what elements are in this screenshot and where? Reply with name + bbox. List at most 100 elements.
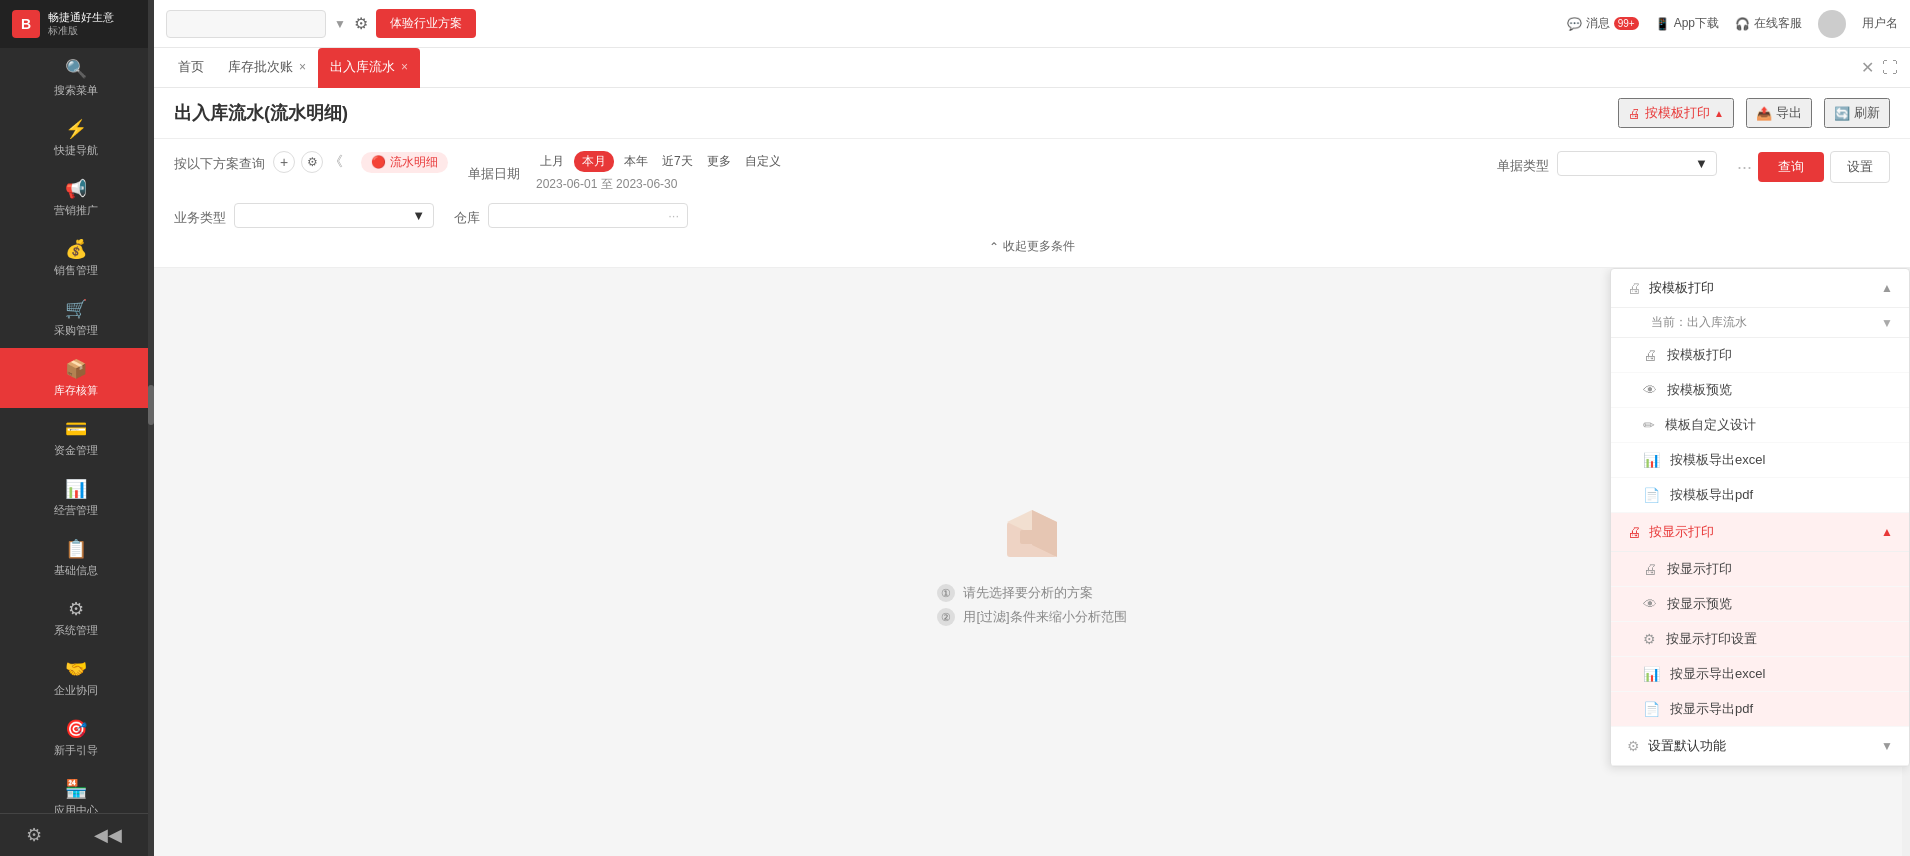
sidebar-settings-btn[interactable]: ⚙ [26,824,42,846]
print-dropdown-icon: ▲ [1714,108,1724,119]
sidebar-item-label: 资金管理 [54,443,98,458]
tab-home[interactable]: 首页 [166,48,216,88]
close-panel-btn[interactable]: ✕ [1861,58,1874,77]
gear-icon[interactable]: ⚙ [354,14,368,33]
sidebar-item-shortcut[interactable]: ⚡ 快捷导航 [0,108,148,168]
template-customize-label: 模板自定义设计 [1665,416,1756,434]
query-button[interactable]: 查询 [1758,152,1824,182]
newbie-icon: 🎯 [65,718,87,740]
set-default-header[interactable]: ⚙ 设置默认功能 ▼ [1611,727,1909,766]
sidebar-item-appstore[interactable]: 🏪 应用中心 [0,768,148,813]
settings-button[interactable]: 设置 [1830,151,1890,183]
topbar: ▼ ⚙ 体验行业方案 💬 消息 99+ 📱 App下载 🎧 在线客服 用户名 [154,0,1910,48]
display-export-excel-item[interactable]: 📊 按显示导出excel [1611,657,1909,692]
marketing-icon: 📢 [65,178,87,200]
template-print-header-left: 🖨 按模板打印 [1627,279,1714,297]
sidebar-item-purchase[interactable]: 🛒 采购管理 [0,288,148,348]
slip-type-select[interactable]: ▼ [1557,151,1717,176]
template-export-excel-item[interactable]: 📊 按模板导出excel [1611,443,1909,478]
tab-inout-flow[interactable]: 出入库流水 × [318,48,420,88]
printer-header-icon: 🖨 [1627,280,1641,296]
template-print-icon: 🖨 [1643,347,1657,363]
sidebar-item-system[interactable]: ⚙ 系统管理 [0,588,148,648]
app-download-btn[interactable]: 📱 App下载 [1655,15,1719,32]
empty-box-icon [992,492,1072,572]
date-btn-custom[interactable]: 自定义 [741,151,785,172]
template-export-pdf-label: 按模板导出pdf [1670,486,1753,504]
sidebar-item-label: 销售管理 [54,263,98,278]
sidebar: B 畅捷通好生意 标准版 🔍 搜索菜单 ⚡ 快捷导航 📢 营销推广 💰 销售管理… [0,0,148,856]
sidebar-item-operations[interactable]: 📊 经营管理 [0,468,148,528]
sidebar-item-newbie[interactable]: 🎯 新手引导 [0,708,148,768]
filter-add-button[interactable]: + [273,151,295,173]
search-icon: 🔍 [65,58,87,80]
warehouse-group: 仓库 ··· [454,203,688,228]
search-input[interactable] [166,10,326,38]
user-avatar[interactable] [1818,10,1846,38]
template-customize-item[interactable]: ✏ 模板自定义设计 [1611,408,1909,443]
date-btn-7days[interactable]: 近7天 [658,151,697,172]
industry-plan-button[interactable]: 体验行业方案 [376,9,476,38]
tip-text-1: 请先选择要分析的方案 [963,584,1093,602]
display-export-pdf-item[interactable]: 📄 按显示导出pdf [1611,692,1909,727]
template-print-header[interactable]: 🖨 按模板打印 ▲ [1611,269,1909,308]
display-print-header-label: 按显示打印 [1649,523,1714,541]
template-export-pdf-item[interactable]: 📄 按模板导出pdf [1611,478,1909,513]
sidebar-item-marketing[interactable]: 📢 营销推广 [0,168,148,228]
display-preview-item[interactable]: 👁 按显示预览 [1611,587,1909,622]
display-print-settings-label: 按显示打印设置 [1666,630,1757,648]
set-default-label: 设置默认功能 [1648,737,1726,755]
sidebar-item-finance[interactable]: 💳 资金管理 [0,408,148,468]
biz-type-select[interactable]: ▼ [234,203,434,228]
tab-batch-account[interactable]: 库存批次账 × [216,48,318,88]
collapse-more-btn[interactable]: ⌃ 收起更多条件 [174,238,1890,255]
warehouse-label: 仓库 [454,209,480,227]
biz-type-dropdown-icon: ▼ [412,208,425,223]
purchase-icon: 🛒 [65,298,87,320]
headset-icon: 🎧 [1735,17,1750,31]
biz-type-label: 业务类型 [174,209,226,227]
online-service-btn[interactable]: 🎧 在线客服 [1735,15,1802,32]
logo-icon: B [12,10,40,38]
export-btn[interactable]: 📤 导出 [1746,98,1812,128]
search-dropdown-icon[interactable]: ▼ [334,17,346,31]
refresh-btn[interactable]: 🔄 刷新 [1824,98,1890,128]
print-btn[interactable]: 🖨 按模板打印 ▲ [1618,98,1734,128]
sidebar-item-enterprise[interactable]: 🤝 企业协同 [0,648,148,708]
batch-account-tab-close[interactable]: × [299,60,306,74]
display-preview-icon: 👁 [1643,596,1657,612]
display-print-header[interactable]: 🖨 按显示打印 ▲ [1611,513,1909,552]
sidebar-item-search[interactable]: 🔍 搜索菜单 [0,48,148,108]
sidebar-item-basic[interactable]: 📋 基础信息 [0,528,148,588]
export-btn-label: 导出 [1776,104,1802,122]
filter-collapse-arrow[interactable]: 《 [329,153,343,171]
display-print-item[interactable]: 🖨 按显示打印 [1611,552,1909,587]
filter-setting-button[interactable]: ⚙ [301,151,323,173]
current-template-arrow: ▼ [1881,316,1893,330]
warehouse-select[interactable]: ··· [488,203,688,228]
template-preview-item[interactable]: 👁 按模板预览 [1611,373,1909,408]
sidebar-collapse-btn[interactable]: ◀◀ [94,824,122,846]
messages-btn[interactable]: 💬 消息 99+ [1567,15,1639,32]
export-icon: 📤 [1756,106,1772,121]
sidebar-logo: B 畅捷通好生意 标准版 [0,0,148,48]
expand-panel-btn[interactable]: ⛶ [1882,59,1898,77]
inout-flow-tab-close[interactable]: × [401,60,408,74]
more-icon[interactable]: ··· [1737,157,1752,178]
date-btn-more[interactable]: 更多 [703,151,735,172]
sidebar-item-label: 经营管理 [54,503,98,518]
collapse-label: 收起更多条件 [1003,238,1075,255]
empty-state: ① 请先选择要分析的方案 ② 用[过滤]条件来缩小分析范围 [937,492,1126,632]
sidebar-item-inventory[interactable]: 📦 库存核算 [0,348,148,408]
page-header: 出入库流水(流水明细) 🖨 按模板打印 ▲ 📤 导出 🔄 刷新 [154,88,1910,139]
sidebar-item-sales[interactable]: 💰 销售管理 [0,228,148,288]
filter-left: 按以下方案查询 + ⚙ 《 🔴 流水明细 [174,151,448,173]
refresh-icon: 🔄 [1834,106,1850,121]
date-btn-this-year[interactable]: 本年 [620,151,652,172]
date-btn-this-month[interactable]: 本月 [574,151,614,172]
filter-label: 按以下方案查询 [174,155,265,173]
sidebar-item-label: 应用中心 [54,803,98,813]
date-btn-last-month[interactable]: 上月 [536,151,568,172]
template-print-item[interactable]: 🖨 按模板打印 [1611,338,1909,373]
display-print-settings-item[interactable]: ⚙ 按显示打印设置 [1611,622,1909,657]
